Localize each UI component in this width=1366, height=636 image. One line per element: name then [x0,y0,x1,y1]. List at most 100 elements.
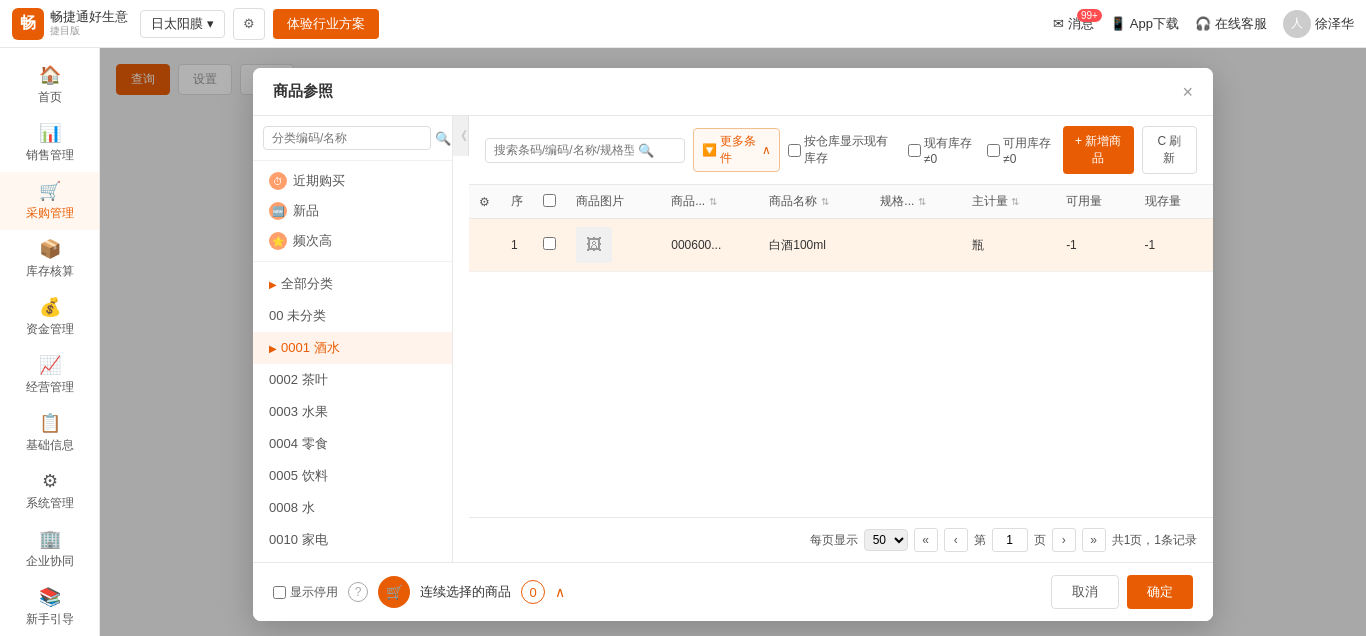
sidebar-label: 经营管理 [26,379,74,396]
sidebar-label: 库存核算 [26,263,74,280]
gear-button[interactable]: ⚙ [233,8,265,40]
col-name-label: 商品名称 [769,194,817,208]
col-code[interactable]: 商品... ⇅ [661,185,759,219]
col-avail[interactable]: 可用量 [1056,185,1134,219]
sidebar-item-basic[interactable]: 📋 基础信息 [0,404,99,462]
checkbox-avail-nonzero-input[interactable] [987,144,1000,157]
category-search-input[interactable] [263,126,431,150]
nav-selector[interactable]: 日太阳膜 ▾ [140,10,225,38]
sidebar-item-finance[interactable]: 💰 资金管理 [0,288,99,346]
product-search-input[interactable] [494,143,634,157]
col-spec[interactable]: 规格... ⇅ [870,185,962,219]
prev-page-icon: ‹ [954,533,958,547]
pagination-bar: 每页显示 50 « ‹ 第 页 [469,517,1213,562]
sort-icon-spec: ⇅ [918,196,926,207]
quick-new[interactable]: 🆕 新品 [263,197,442,225]
star-icon: ⭐ [269,232,287,250]
col-settings[interactable]: ⚙ [469,185,501,219]
quick-recent[interactable]: ⏱ 近期购买 [263,167,442,195]
logo-text: 畅捷通好生意 捷目版 [50,9,128,39]
collapse-sidebar-button[interactable]: 《 [453,116,469,156]
collapse-footer-button[interactable]: ∧ [555,584,565,600]
checkbox-stock-nonzero[interactable]: 现有库存≠0 [908,135,975,166]
logo-icon: 畅 [12,8,44,40]
col-no: 序 [501,185,533,219]
product-reference-modal: 商品参照 × 🔍 ⏱ 近期购买 [253,68,1213,621]
filter-actions: + 新增商品 C 刷新 [1063,126,1197,174]
checkbox-stock-nonzero-input[interactable] [908,144,921,157]
last-page-button[interactable]: » [1082,528,1106,552]
cat-tea[interactable]: 0002 茶叶 [253,364,452,396]
cat-fruit[interactable]: 0003 水果 [253,396,452,428]
checkbox-avail-nonzero[interactable]: 可用库存≠0 [987,135,1054,166]
modal-close-button[interactable]: × [1182,83,1193,101]
message-button[interactable]: ✉ 消息 99+ [1053,15,1094,33]
cat-liquor[interactable]: ▶ 0001 酒水 [253,332,452,364]
user-avatar[interactable]: 人 徐泽华 [1283,10,1354,38]
per-page-select[interactable]: 50 [864,529,908,551]
row-no: 1 [501,219,533,272]
col-unit[interactable]: 主计量 ⇅ [962,185,1056,219]
service-button[interactable]: 🎧 在线客服 [1195,15,1267,33]
show-disabled-check[interactable]: 显示停用 [273,584,338,601]
settings-icon: ⚙ [479,195,490,209]
col-spec-label: 规格... [880,194,914,208]
col-img: 商品图片 [566,185,661,219]
app-download-button[interactable]: 📱 App下载 [1110,15,1179,33]
quick-frequent[interactable]: ⭐ 频次高 [263,227,442,255]
sidebar-item-sales[interactable]: 📊 销售管理 [0,114,99,172]
business-icon: 📈 [39,354,61,376]
confirm-button[interactable]: 确定 [1127,575,1193,609]
sidebar-label: 销售管理 [26,147,74,164]
checkbox-warehouse-input[interactable] [788,144,801,157]
sidebar-item-inventory[interactable]: 📦 库存核算 [0,230,99,288]
page-input[interactable] [992,528,1028,552]
select-all-checkbox[interactable] [543,194,556,207]
cat-uncategorized-label: 00 未分类 [269,307,326,325]
col-name[interactable]: 商品名称 ⇅ [759,185,870,219]
show-disabled-checkbox[interactable] [273,586,286,599]
sidebar-item-guide[interactable]: 📚 新手引导 [0,578,99,636]
help-button[interactable]: ? [348,582,368,602]
checkbox-warehouse[interactable]: 按仓库显示现有库存 [788,133,896,167]
row-spec [870,219,962,272]
sidebar-item-purchase[interactable]: 🛒 采购管理 [0,172,99,230]
avatar-icon: 人 [1283,10,1311,38]
chevron-down-icon: ▾ [207,16,214,31]
cat-snack[interactable]: 0004 零食 [253,428,452,460]
cat-water[interactable]: 0008 水 [253,492,452,524]
row-img: 🖼 [566,219,661,272]
table-row[interactable]: 1 🖼 [469,219,1213,272]
row-name: 白酒100ml [759,219,870,272]
modal-footer: 显示停用 ? 🛒 连续选择的商品 0 ∧ 取消 确定 [253,562,1213,621]
next-page-button[interactable]: › [1052,528,1076,552]
prev-page-button[interactable]: ‹ [944,528,968,552]
cat-drink[interactable]: 0005 饮料 [253,460,452,492]
col-check[interactable] [533,185,566,219]
col-unit-label: 主计量 [972,194,1008,208]
more-conditions-button[interactable]: 🔽 更多条件 ∧ [693,128,780,172]
row-checkbox[interactable] [543,237,556,250]
cat-all[interactable]: ▶ 全部分类 [253,268,452,300]
row-check[interactable] [533,219,566,272]
add-product-button[interactable]: + 新增商品 [1063,126,1134,174]
basic-icon: 📋 [39,412,61,434]
headset-icon: 🎧 [1195,16,1211,31]
cancel-button[interactable]: 取消 [1051,575,1119,609]
first-page-button[interactable]: « [914,528,938,552]
last-page-icon: » [1090,533,1097,547]
exp-button[interactable]: 体验行业方案 [273,9,379,39]
sort-icon-unit: ⇅ [1011,196,1019,207]
refresh-button[interactable]: C 刷新 [1142,126,1197,174]
cart-icon: 🛒 [378,576,410,608]
cat-uncategorized[interactable]: 00 未分类 [253,300,452,332]
col-stock[interactable]: 现存量 [1135,185,1213,219]
sidebar-item-business[interactable]: 📈 经营管理 [0,346,99,404]
sidebar-item-system[interactable]: ⚙ 系统管理 [0,462,99,520]
cat-drink-label: 0005 饮料 [269,467,328,485]
active-arrow: ▶ [269,343,277,354]
sidebar-item-home[interactable]: 🏠 首页 [0,56,99,114]
sidebar-item-enterprise[interactable]: 🏢 企业协同 [0,520,99,578]
cat-appliance[interactable]: 0010 家电 [253,524,452,556]
filter-icon: 🔽 [702,143,717,157]
